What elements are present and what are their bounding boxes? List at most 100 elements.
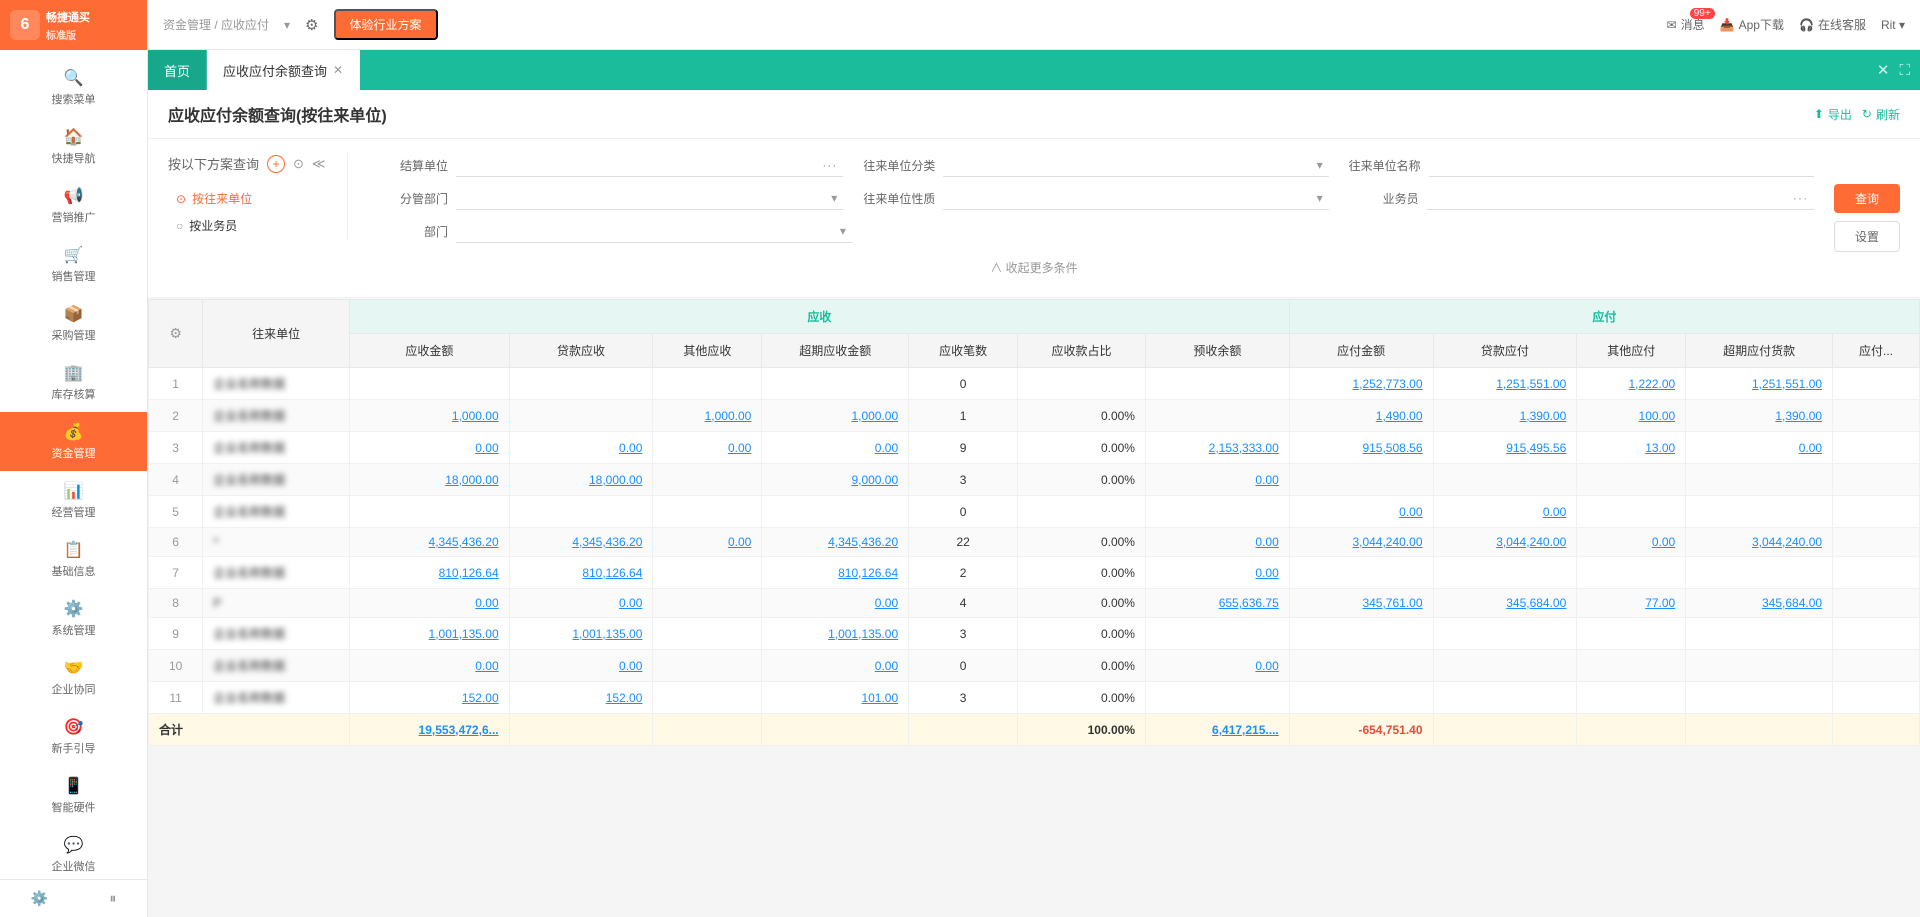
sidebar-item-marketing[interactable]: 📢 营销推广 — [0, 176, 147, 235]
table-cell[interactable]: 2,153,333.00 — [1145, 432, 1289, 464]
dept-manager-select[interactable]: ▾ — [456, 187, 843, 210]
app-download-button[interactable]: 📥 App下载 — [1720, 16, 1784, 33]
table-cell[interactable]: 101.00 — [762, 682, 909, 714]
table-cell[interactable]: 345,761.00 — [1289, 589, 1433, 618]
table-cell[interactable]: 1,000.00 — [350, 400, 510, 432]
table-cell[interactable]: 0.00 — [1289, 496, 1433, 528]
partner-name-input[interactable] — [1429, 154, 1814, 177]
table-cell[interactable]: 0.00 — [762, 432, 909, 464]
settings-button[interactable]: 设置 — [1834, 221, 1900, 252]
table-settings-icon[interactable]: ⚙ — [169, 325, 182, 341]
table-cell[interactable]: 0.00 — [653, 528, 762, 557]
table-cell[interactable]: 18,000.00 — [509, 464, 653, 496]
table-cell[interactable]: 1,000.00 — [762, 400, 909, 432]
filter-add-button[interactable]: + — [267, 155, 285, 173]
table-cell[interactable]: 0.00 — [1577, 528, 1686, 557]
table-cell[interactable]: 810,126.64 — [762, 557, 909, 589]
table-cell[interactable]: 915,508.56 — [1289, 432, 1433, 464]
table-cell[interactable]: 810,126.64 — [509, 557, 653, 589]
table-cell[interactable]: 1,252,773.00 — [1289, 368, 1433, 400]
table-cell[interactable]: 1,001,135.00 — [762, 618, 909, 650]
salesperson-input[interactable]: ··· — [1427, 187, 1814, 210]
table-cell[interactable]: 0.00 — [350, 589, 510, 618]
table-cell[interactable]: 1,001,135.00 — [509, 618, 653, 650]
table-cell[interactable]: 655,636.75 — [1145, 589, 1289, 618]
table-cell[interactable]: 1,251,551.00 — [1686, 368, 1833, 400]
sidebar-item-system[interactable]: ⚙️ 系统管理 — [0, 589, 147, 648]
settlement-unit-dots[interactable]: ··· — [822, 158, 837, 172]
table-cell[interactable]: 1,390.00 — [1433, 400, 1577, 432]
table-cell[interactable]: 1,490.00 — [1289, 400, 1433, 432]
table-cell[interactable]: 4,345,436.20 — [762, 528, 909, 557]
user-avatar[interactable]: Rit ▾ — [1881, 18, 1905, 32]
salesperson-dots[interactable]: ··· — [1793, 191, 1808, 205]
table-cell[interactable]: 3,044,240.00 — [1289, 528, 1433, 557]
tab-close-icon[interactable]: ✕ — [333, 63, 343, 77]
table-cell[interactable]: 345,684.00 — [1433, 589, 1577, 618]
table-cell[interactable]: 1,000.00 — [653, 400, 762, 432]
table-cell[interactable]: 152.00 — [350, 682, 510, 714]
sidebar-item-wechat[interactable]: 💬 企业微信 — [0, 825, 147, 879]
table-cell[interactable]: 0.00 — [762, 589, 909, 618]
table-cell[interactable]: 0.00 — [1145, 464, 1289, 496]
table-cell[interactable]: 3,044,240.00 — [1433, 528, 1577, 557]
table-cell[interactable]: 0.00 — [1145, 528, 1289, 557]
table-cell[interactable]: 100.00 — [1577, 400, 1686, 432]
filter-option-by-unit[interactable]: ⊙ 按往来单位 — [168, 185, 337, 212]
table-cell[interactable]: 0.00 — [1686, 432, 1833, 464]
table-cell[interactable]: 152.00 — [509, 682, 653, 714]
sidebar-item-hardware[interactable]: 📱 智能硬件 — [0, 766, 147, 825]
promo-button[interactable]: 体验行业方案 — [334, 9, 438, 40]
table-cell[interactable]: 915,495.56 — [1433, 432, 1577, 464]
filter-collapse-icon[interactable]: ≪ — [312, 156, 326, 172]
table-cell[interactable]: 1,251,551.00 — [1433, 368, 1577, 400]
table-cell[interactable]: 13.00 — [1577, 432, 1686, 464]
table-cell[interactable]: 3,044,240.00 — [1686, 528, 1833, 557]
settings-gear-icon[interactable]: ⚙ — [305, 16, 318, 34]
export-button[interactable]: ⬆ 导出 — [1814, 106, 1852, 123]
sidebar-item-finance[interactable]: 💰 资金管理 — [0, 412, 147, 471]
query-button[interactable]: 查询 — [1834, 184, 1900, 213]
sidebar-item-basic[interactable]: 📋 基础信息 — [0, 530, 147, 589]
settlement-unit-input[interactable]: ··· — [456, 154, 843, 177]
close-window-icon[interactable]: ✕ — [1877, 61, 1890, 79]
table-cell[interactable]: 0.00 — [1145, 557, 1289, 589]
table-cell[interactable]: 0.00 — [350, 432, 510, 464]
sidebar-collapse-btn[interactable]: ⏸ — [109, 890, 116, 907]
message-button[interactable]: ✉ 消息 99+ — [1667, 16, 1705, 33]
online-service-button[interactable]: 🎧 在线客服 — [1799, 16, 1866, 33]
sidebar-item-sales[interactable]: 🛒 销售管理 — [0, 235, 147, 294]
table-cell[interactable]: 4,345,436.20 — [350, 528, 510, 557]
filter-option-by-staff[interactable]: ○ 按业务员 — [168, 212, 337, 239]
table-cell[interactable]: 18,000.00 — [350, 464, 510, 496]
tab-home[interactable]: 首页 — [148, 50, 207, 90]
table-cell[interactable]: 1,222.00 — [1577, 368, 1686, 400]
sidebar-item-inventory[interactable]: 🏢 库存核算 — [0, 353, 147, 412]
sidebar-item-ops[interactable]: 📊 经营管理 — [0, 471, 147, 530]
table-cell[interactable]: 1,001,135.00 — [350, 618, 510, 650]
table-cell[interactable]: 0.00 — [653, 432, 762, 464]
table-cell[interactable]: 0.00 — [509, 432, 653, 464]
partner-nature-select[interactable]: ▾ — [943, 187, 1328, 210]
table-cell[interactable]: 345,684.00 — [1686, 589, 1833, 618]
table-cell[interactable]: 0.00 — [509, 589, 653, 618]
table-cell[interactable]: 0.00 — [762, 650, 909, 682]
department-select[interactable]: ▾ — [456, 220, 852, 243]
sidebar-settings-btn[interactable]: ⚙️ — [31, 890, 48, 907]
expand-icon[interactable]: ⛶ — [1899, 62, 1910, 79]
sidebar-item-collab[interactable]: 🤝 企业协同 — [0, 648, 147, 707]
filter-config-icon[interactable]: ⊙ — [293, 156, 304, 172]
partner-category-select[interactable]: ▾ — [943, 154, 1328, 177]
sidebar-item-guide[interactable]: 🎯 新手引导 — [0, 707, 147, 766]
table-cell[interactable]: 77.00 — [1577, 589, 1686, 618]
sidebar-item-search[interactable]: 🔍 搜索菜单 — [0, 58, 147, 117]
table-cell[interactable]: 1,390.00 — [1686, 400, 1833, 432]
refresh-button[interactable]: ↻ 刷新 — [1862, 106, 1900, 123]
breadcrumb-arrow[interactable]: ▾ — [284, 18, 290, 32]
table-cell[interactable]: 9,000.00 — [762, 464, 909, 496]
table-cell[interactable]: 4,345,436.20 — [509, 528, 653, 557]
table-cell[interactable]: 0.00 — [509, 650, 653, 682]
collapse-more-button[interactable]: ∧ 收起更多条件 — [168, 253, 1900, 282]
tab-ar-query[interactable]: 应收应付余额查询 ✕ — [207, 50, 360, 90]
sidebar-item-purchase[interactable]: 📦 采购管理 — [0, 294, 147, 353]
